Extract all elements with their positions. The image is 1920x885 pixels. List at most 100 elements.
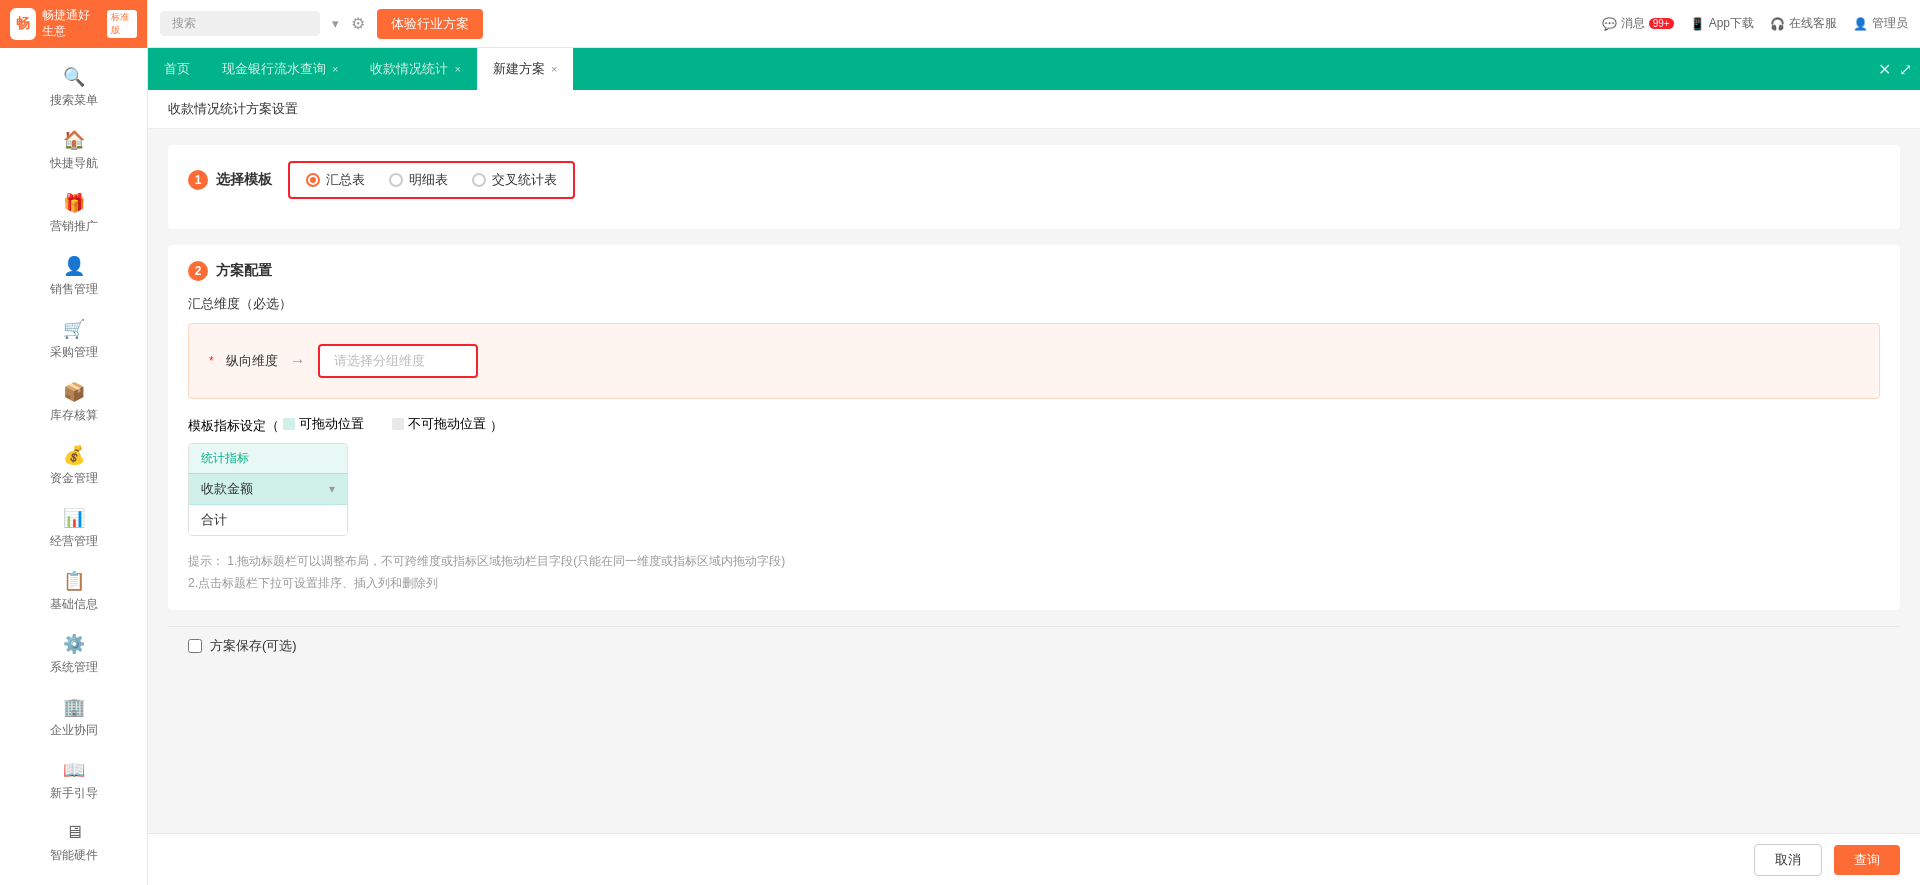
logo-icon: 畅 bbox=[10, 8, 36, 40]
operation-icon: 📊 bbox=[63, 507, 85, 529]
radio-dot-detail bbox=[389, 173, 403, 187]
sidebar-item-marketing[interactable]: 🎁 营销推广 bbox=[0, 182, 147, 245]
enterprise-icon: 🏢 bbox=[63, 696, 85, 718]
sidebar-item-guide[interactable]: 📖 新手引导 bbox=[0, 749, 147, 812]
sidebar-item-label: 企业协同 bbox=[50, 722, 98, 739]
dim-config-label: 汇总维度（必选） bbox=[188, 295, 1880, 313]
tab-close-new-plan[interactable]: × bbox=[551, 63, 557, 75]
sidebar: 畅 畅捷通好生意 标准版 🔍 搜索菜单 🏠 快捷导航 🎁 营销推广 👤 销售管理… bbox=[0, 0, 148, 885]
query-button[interactable]: 查询 bbox=[1834, 845, 1900, 875]
sidebar-nav: 🔍 搜索菜单 🏠 快捷导航 🎁 营销推广 👤 销售管理 🛒 采购管理 📦 库存核… bbox=[0, 48, 147, 885]
section2-label: 方案配置 bbox=[216, 262, 272, 280]
radio-summary[interactable]: 汇总表 bbox=[306, 171, 365, 189]
metrics-body-cell: 合计 bbox=[189, 505, 347, 535]
sidebar-logo: 畅 畅捷通好生意 标准版 bbox=[0, 0, 147, 48]
section1-label: 选择模板 bbox=[216, 171, 272, 189]
sidebar-item-label: 库存核算 bbox=[50, 407, 98, 424]
sidebar-item-label: 基础信息 bbox=[50, 596, 98, 613]
sidebar-item-label: 资金管理 bbox=[50, 470, 98, 487]
notification-badge: 99+ bbox=[1649, 18, 1674, 29]
sidebar-item-label: 销售管理 bbox=[50, 281, 98, 298]
sidebar-item-sales[interactable]: 👤 销售管理 bbox=[0, 245, 147, 308]
fixed-dot bbox=[392, 418, 404, 430]
trial-button[interactable]: 体验行业方案 bbox=[377, 9, 483, 39]
tab-new-plan[interactable]: 新建方案 × bbox=[477, 48, 573, 90]
sales-icon: 👤 bbox=[63, 255, 85, 277]
required-marker: * bbox=[209, 354, 214, 368]
sidebar-item-label: 智能硬件 bbox=[50, 847, 98, 864]
radio-dot-cross bbox=[472, 173, 486, 187]
sidebar-item-enterprise[interactable]: 🏢 企业协同 bbox=[0, 686, 147, 749]
dim-row: * 纵向维度 → 请选择分组维度 bbox=[209, 344, 1859, 378]
topbar-dropdown-arrow[interactable]: ▾ bbox=[332, 16, 339, 31]
section1-block: 1 选择模板 汇总表 明细表 交叉统计表 bbox=[168, 145, 1900, 229]
tab-home[interactable]: 首页 bbox=[148, 48, 206, 90]
service-label: 在线客服 bbox=[1789, 15, 1837, 32]
notification-label: 消息 bbox=[1621, 15, 1645, 32]
tab-bank-flow[interactable]: 现金银行流水查询 × bbox=[206, 48, 354, 90]
radio-detail[interactable]: 明细表 bbox=[389, 171, 448, 189]
sidebar-item-system[interactable]: ⚙️ 系统管理 bbox=[0, 623, 147, 686]
page-header: 收款情况统计方案设置 bbox=[148, 90, 1920, 129]
metrics-chevron-icon: ▾ bbox=[329, 482, 335, 496]
notification-item[interactable]: 💬 消息 99+ bbox=[1602, 15, 1674, 32]
marketing-icon: 🎁 bbox=[63, 192, 85, 214]
sidebar-item-wechat[interactable]: 💬 企业微信 bbox=[0, 874, 147, 885]
sidebar-item-finance[interactable]: 💰 资金管理 bbox=[0, 434, 147, 497]
sidebar-item-quick-nav[interactable]: 🏠 快捷导航 bbox=[0, 119, 147, 182]
tip-1: 提示： 1.拖动标题栏可以调整布局，不可跨维度或指标区域拖动栏目字段(只能在同一… bbox=[188, 551, 1880, 573]
sidebar-item-inventory[interactable]: 📦 库存核算 bbox=[0, 371, 147, 434]
radio-dot-summary bbox=[306, 173, 320, 187]
tab-close-collection-stat[interactable]: × bbox=[454, 63, 460, 75]
sidebar-item-label: 采购管理 bbox=[50, 344, 98, 361]
dim-area: * 纵向维度 → 请选择分组维度 bbox=[188, 323, 1880, 399]
notification-icon: 💬 bbox=[1602, 17, 1617, 31]
dim-arrow: → bbox=[290, 352, 306, 370]
sidebar-item-label: 营销推广 bbox=[50, 218, 98, 235]
cancel-button[interactable]: 取消 bbox=[1754, 844, 1822, 876]
tabbar: 首页 现金银行流水查询 × 收款情况统计 × 新建方案 × ✕ ⤢ bbox=[148, 48, 1920, 90]
logo-text: 畅捷通好生意 bbox=[42, 8, 101, 39]
sidebar-item-basic-info[interactable]: 📋 基础信息 bbox=[0, 560, 147, 623]
sidebar-item-purchase[interactable]: 🛒 采购管理 bbox=[0, 308, 147, 371]
tab-close-all-btn[interactable]: ✕ bbox=[1878, 60, 1891, 79]
sidebar-item-label: 快捷导航 bbox=[50, 155, 98, 172]
sidebar-item-label: 搜索菜单 bbox=[50, 92, 98, 109]
page-footer: 方案保存(可选) bbox=[168, 626, 1900, 665]
sidebar-item-operation[interactable]: 📊 经营管理 bbox=[0, 497, 147, 560]
section2-num: 2 bbox=[188, 261, 208, 281]
service-icon: 🎧 bbox=[1770, 17, 1785, 31]
dim-select[interactable]: 请选择分组维度 bbox=[318, 344, 478, 378]
download-item[interactable]: 📱 App下载 bbox=[1690, 15, 1754, 32]
topbar: 搜索 ▾ ⚙ 体验行业方案 💬 消息 99+ 📱 App下载 🎧 在线客服 👤 … bbox=[148, 0, 1920, 48]
guide-icon: 📖 bbox=[63, 759, 85, 781]
page-body: 1 选择模板 汇总表 明细表 交叉统计表 bbox=[148, 129, 1920, 833]
tab-close-bank-flow[interactable]: × bbox=[332, 63, 338, 75]
system-icon: ⚙️ bbox=[63, 633, 85, 655]
service-item[interactable]: 🎧 在线客服 bbox=[1770, 15, 1837, 32]
save-checkbox[interactable] bbox=[188, 639, 202, 653]
radio-cross[interactable]: 交叉统计表 bbox=[472, 171, 557, 189]
metrics-header-cell[interactable]: 收款金额 ▾ bbox=[189, 474, 347, 505]
user-item[interactable]: 👤 管理员 bbox=[1853, 15, 1908, 32]
section2-block: 2 方案配置 汇总维度（必选） * 纵向维度 → 请选择分组维度 模板指标设定（ bbox=[168, 245, 1900, 610]
metrics-config-row: 模板指标设定（ 可拖动位置 不可拖动位置 ） bbox=[188, 415, 1880, 435]
download-label: App下载 bbox=[1709, 15, 1754, 32]
tabbar-actions: ✕ ⤢ bbox=[1878, 60, 1920, 79]
draggable-legend: 可拖动位置 bbox=[283, 415, 364, 433]
user-name: 管理员 bbox=[1872, 15, 1908, 32]
logo-badge: 标准版 bbox=[107, 10, 137, 38]
radio-group-template: 汇总表 明细表 交叉统计表 bbox=[288, 161, 575, 199]
topbar-gear-icon[interactable]: ⚙ bbox=[351, 14, 365, 33]
finance-icon: 💰 bbox=[63, 444, 85, 466]
inventory-icon: 📦 bbox=[63, 381, 85, 403]
vertical-dim-label: 纵向维度 bbox=[226, 352, 278, 370]
content-area: 收款情况统计方案设置 1 选择模板 汇总表 明细表 bbox=[148, 90, 1920, 833]
sidebar-item-hardware[interactable]: 🖥 智能硬件 bbox=[0, 812, 147, 874]
fixed-label: 不可拖动位置 bbox=[408, 415, 486, 433]
tab-expand-btn[interactable]: ⤢ bbox=[1899, 60, 1912, 79]
sidebar-item-search-menu[interactable]: 🔍 搜索菜单 bbox=[0, 56, 147, 119]
tab-collection-stat[interactable]: 收款情况统计 × bbox=[354, 48, 476, 90]
sidebar-item-label: 系统管理 bbox=[50, 659, 98, 676]
radio-label-summary: 汇总表 bbox=[326, 171, 365, 189]
